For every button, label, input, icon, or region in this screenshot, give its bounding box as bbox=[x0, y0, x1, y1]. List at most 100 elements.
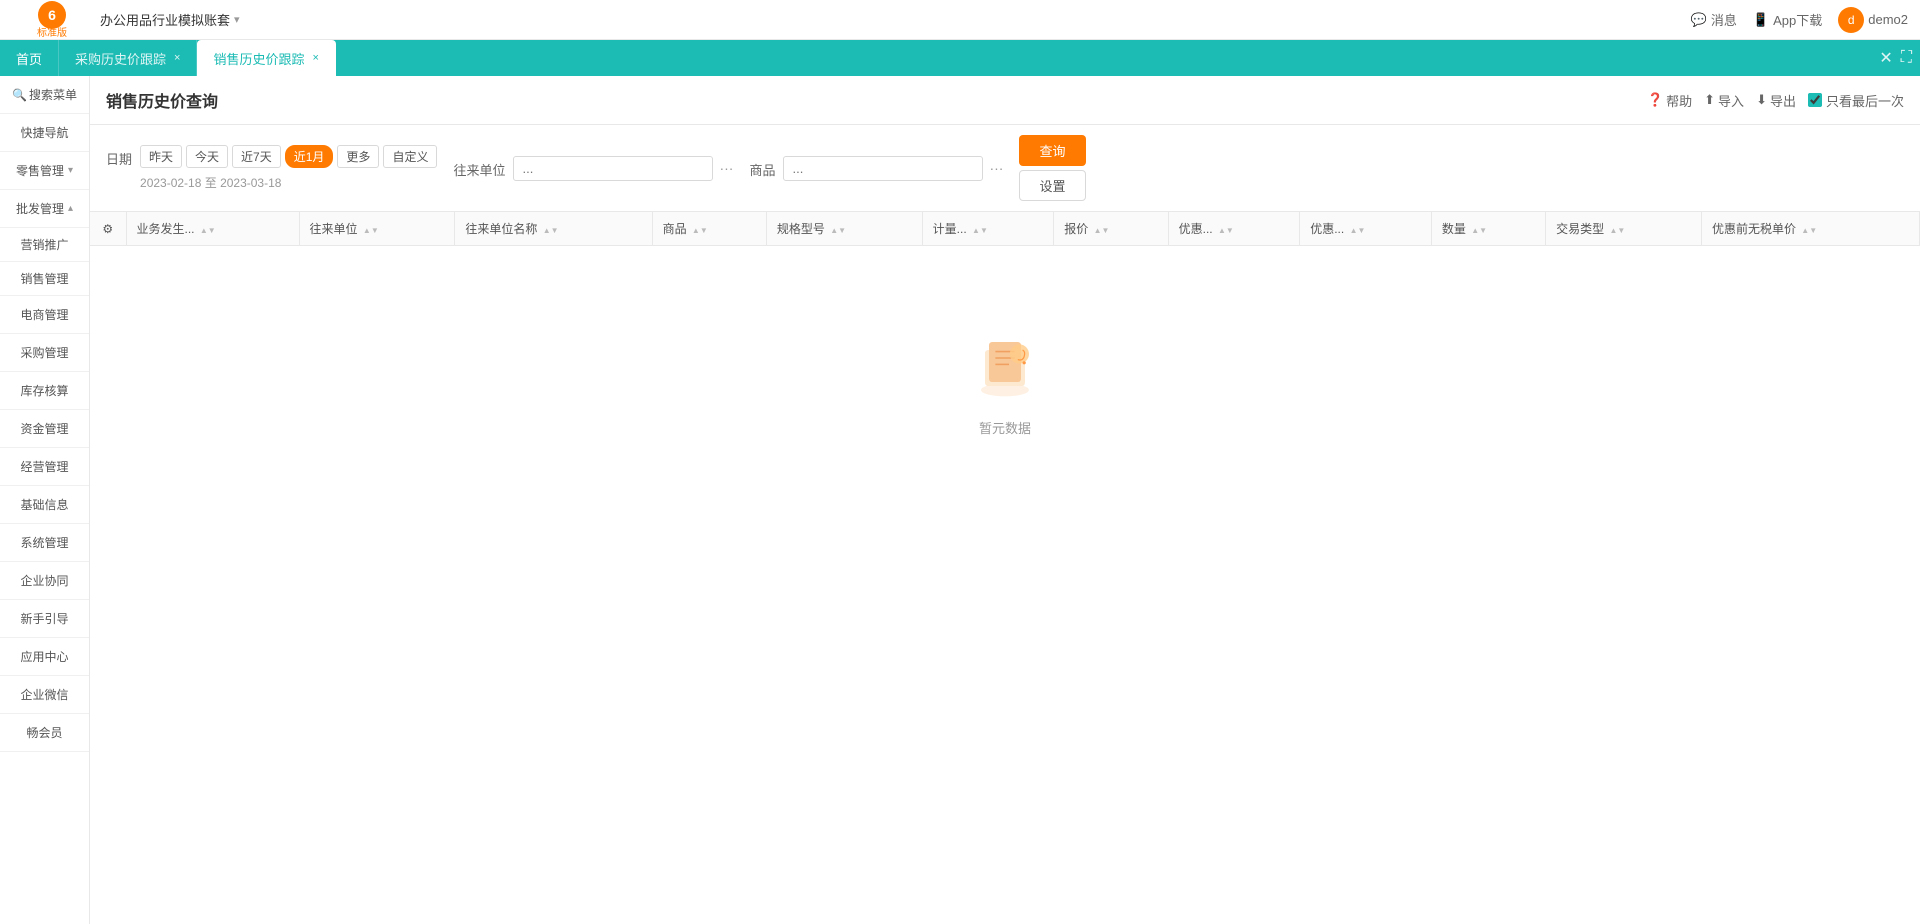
goods-input[interactable] bbox=[783, 156, 983, 181]
filter-date-group: 日期 昨天 今天 近7天 近1月 更多 自定义 2023-02-18 至 202… bbox=[106, 145, 437, 191]
tabbar: 首页 采购历史价跟踪 × 销售历史价跟踪 × ✕ ⛶ bbox=[0, 40, 1920, 76]
th-discount2[interactable]: 优惠... ▲▼ bbox=[1300, 212, 1432, 246]
chevron-down-icon: ▾ bbox=[234, 13, 240, 26]
logo-icon: 6 bbox=[38, 1, 66, 29]
sidebar-item-inventory[interactable]: 库存核算 bbox=[0, 372, 89, 410]
filter-date-options: 昨天 今天 近7天 近1月 更多 自定义 2023-02-18 至 2023-0… bbox=[140, 145, 437, 191]
th-spec[interactable]: 规格型号 ▲▼ bbox=[766, 212, 922, 246]
sort-icon: ▲▼ bbox=[1801, 227, 1817, 235]
sidebar-item-finance[interactable]: 资金管理 bbox=[0, 410, 89, 448]
gear-icon[interactable]: ⚙ bbox=[102, 222, 113, 236]
goods-label: 商品 bbox=[749, 156, 775, 179]
sort-icon: ▲▼ bbox=[363, 227, 379, 235]
th-discount1[interactable]: 优惠... ▲▼ bbox=[1168, 212, 1300, 246]
sidebar-item-ecommerce[interactable]: 电商管理 bbox=[0, 296, 89, 334]
sort-icon: ▲▼ bbox=[1471, 227, 1487, 235]
th-quote[interactable]: 报价 ▲▼ bbox=[1054, 212, 1168, 246]
th-pretax-price[interactable]: 优惠前无税单价 ▲▼ bbox=[1701, 212, 1919, 246]
date-range-display: 2023-02-18 至 2023-03-18 bbox=[140, 174, 437, 191]
date-btn-custom[interactable]: 自定义 bbox=[383, 145, 437, 168]
sidebar-item-member[interactable]: 畅会员 bbox=[0, 714, 89, 752]
th-settings[interactable]: ⚙ bbox=[90, 212, 126, 246]
th-unit[interactable]: 计量... ▲▼ bbox=[922, 212, 1054, 246]
goods-dots-icon[interactable]: ··· bbox=[989, 160, 1003, 176]
sidebar-item-sales-mgmt[interactable]: 销售管理 bbox=[0, 262, 89, 296]
date-btn-more[interactable]: 更多 bbox=[337, 145, 379, 168]
app-name: 办公用品行业模拟账套 bbox=[100, 10, 230, 29]
sidebar-item-retail[interactable]: 零售管理 ▾ bbox=[0, 152, 89, 190]
nav-app[interactable]: 📱 App下载 bbox=[1753, 10, 1822, 29]
partner-input-group: ··· bbox=[513, 156, 733, 181]
sort-icon: ▲▼ bbox=[1610, 227, 1626, 235]
user-profile[interactable]: d demo2 bbox=[1838, 7, 1908, 33]
expand-window-button[interactable]: ⛶ bbox=[1901, 49, 1912, 67]
table-container: ⚙ 业务发生... ▲▼ 往来单位 ▲▼ 往来单位名称 ▲▼ bbox=[90, 212, 1920, 924]
query-button[interactable]: 查询 bbox=[1019, 135, 1085, 166]
content-area: 销售历史价查询 ❓ 帮助 ⬆ 导入 ⬇ 导出 bbox=[90, 76, 1920, 924]
sidebar-item-shortcut[interactable]: 快捷导航 bbox=[0, 114, 89, 152]
username: demo2 bbox=[1868, 12, 1908, 27]
th-trade-type[interactable]: 交易类型 ▲▼ bbox=[1546, 212, 1702, 246]
tab-purchase[interactable]: 采购历史价跟踪 × bbox=[59, 40, 197, 76]
sidebar-item-wholesale[interactable]: 批发管理 ▴ bbox=[0, 190, 89, 228]
close-window-button[interactable]: ✕ bbox=[1879, 48, 1892, 68]
sidebar-item-system[interactable]: 系统管理 bbox=[0, 524, 89, 562]
export-icon: ⬇ bbox=[1756, 92, 1767, 108]
sidebar-item-marketing[interactable]: 营销推广 bbox=[0, 228, 89, 262]
tab-sales-label: 销售历史价跟踪 bbox=[213, 49, 304, 68]
th-goods[interactable]: 商品 ▲▼ bbox=[652, 212, 766, 246]
data-table: ⚙ 业务发生... ▲▼ 往来单位 ▲▼ 往来单位名称 ▲▼ bbox=[90, 212, 1920, 246]
logo-text: 标准版 bbox=[37, 29, 67, 39]
date-btn-yesterday[interactable]: 昨天 bbox=[140, 145, 182, 168]
th-partner-code[interactable]: 往来单位 ▲▼ bbox=[299, 212, 455, 246]
sidebar-item-base-info[interactable]: 基础信息 bbox=[0, 486, 89, 524]
filter-area: 日期 昨天 今天 近7天 近1月 更多 自定义 2023-02-18 至 202… bbox=[90, 125, 1920, 212]
tab-sales[interactable]: 销售历史价跟踪 × bbox=[197, 40, 335, 76]
filter-partner-group: 往来单位 ··· bbox=[453, 156, 733, 181]
chevron-up-icon: ▴ bbox=[68, 203, 73, 214]
logo-area[interactable]: 6 标准版 bbox=[12, 1, 92, 39]
th-partner-name[interactable]: 往来单位名称 ▲▼ bbox=[455, 212, 652, 246]
help-action[interactable]: ❓ 帮助 bbox=[1647, 91, 1692, 110]
sidebar-item-app-center[interactable]: 应用中心 bbox=[0, 638, 89, 676]
only-last-checkbox[interactable] bbox=[1808, 93, 1822, 107]
nav-chat[interactable]: 💬 消息 bbox=[1691, 10, 1737, 29]
tab-home[interactable]: 首页 bbox=[0, 40, 59, 76]
th-quantity[interactable]: 数量 ▲▼ bbox=[1431, 212, 1545, 246]
sidebar-item-search[interactable]: 🔍 搜索菜单 bbox=[0, 76, 89, 114]
partner-input[interactable] bbox=[513, 156, 713, 181]
topbar-right: 💬 消息 📱 App下载 d demo2 bbox=[1691, 7, 1908, 33]
filter-buttons: 查询 设置 bbox=[1019, 135, 1085, 201]
page-title-row: 销售历史价查询 ❓ 帮助 ⬆ 导入 ⬇ 导出 bbox=[106, 88, 1904, 112]
chat-icon: 💬 bbox=[1691, 12, 1707, 28]
tab-purchase-close[interactable]: × bbox=[174, 52, 180, 64]
only-last-action[interactable]: 只看最后一次 bbox=[1808, 91, 1904, 110]
empty-text: 暂元数据 bbox=[979, 418, 1031, 437]
sort-icon: ▲▼ bbox=[830, 227, 846, 235]
sort-icon: ▲▼ bbox=[200, 227, 216, 235]
avatar: d bbox=[1838, 7, 1864, 33]
page-title: 销售历史价查询 bbox=[106, 88, 218, 112]
sidebar-item-operation[interactable]: 经营管理 bbox=[0, 448, 89, 486]
sidebar-item-purchase[interactable]: 采购管理 bbox=[0, 334, 89, 372]
date-btn-1month[interactable]: 近1月 bbox=[285, 145, 334, 168]
sort-icon: ▲▼ bbox=[1218, 227, 1234, 235]
sort-icon: ▲▼ bbox=[543, 227, 559, 235]
sidebar-item-enterprise[interactable]: 企业协同 bbox=[0, 562, 89, 600]
topbar: 6 标准版 办公用品行业模拟账套 ▾ 💬 消息 📱 App下载 d demo2 bbox=[0, 0, 1920, 40]
sidebar-item-guide[interactable]: 新手引导 bbox=[0, 600, 89, 638]
date-btn-today[interactable]: 今天 bbox=[186, 145, 228, 168]
export-action[interactable]: ⬇ 导出 bbox=[1756, 91, 1796, 110]
th-biz-date[interactable]: 业务发生... ▲▼ bbox=[126, 212, 299, 246]
date-label: 日期 bbox=[106, 145, 132, 168]
tab-sales-close[interactable]: × bbox=[312, 52, 318, 64]
sort-icon: ▲▼ bbox=[1094, 227, 1110, 235]
help-icon: ❓ bbox=[1647, 92, 1663, 108]
main-layout: 🔍 搜索菜单 快捷导航 零售管理 ▾ 批发管理 ▴ 营销推广 销售管理 电商管理… bbox=[0, 76, 1920, 924]
sidebar-item-wechat[interactable]: 企业微信 bbox=[0, 676, 89, 714]
date-btn-7days[interactable]: 近7天 bbox=[232, 145, 281, 168]
import-action[interactable]: ⬆ 导入 bbox=[1704, 91, 1744, 110]
partner-dots-icon[interactable]: ··· bbox=[719, 160, 733, 176]
app-selector[interactable]: 办公用品行业模拟账套 ▾ bbox=[100, 10, 240, 29]
settings-button[interactable]: 设置 bbox=[1019, 170, 1085, 201]
